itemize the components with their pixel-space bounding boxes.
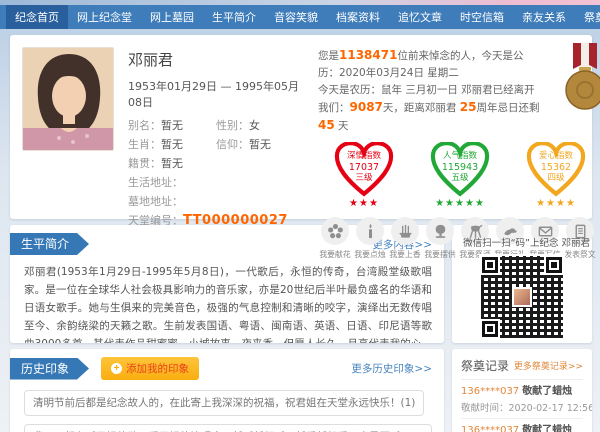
nav-item-photos[interactable]: 音容笑貌 xyxy=(265,5,327,29)
popularity-index-value: 115943 xyxy=(441,162,479,173)
days-remaining: 45 xyxy=(318,118,335,132)
life-dates: 1953年01月29日 — 1995年05月08日 xyxy=(128,80,299,109)
impression-message: 我天天都在听君姐的歌，看君姐的演唱会，越听越想听，越看越想看，真是百听不厌！百看… xyxy=(24,424,432,432)
add-impression-button[interactable]: + 添加我的印象 xyxy=(101,357,200,380)
zodiac-label: 生肖： xyxy=(128,138,161,151)
anniversary-years: 25 xyxy=(459,100,477,114)
profile-right-column: 您是1138471位前来悼念的人，今天是公历：2020年03月24日 星期二 今天… xyxy=(318,43,600,260)
portrait-photo xyxy=(22,47,114,151)
cemetery-label: 墓地地址： xyxy=(128,195,183,208)
memorial-record-row: 136****037敬献了蜡烛 敬献时间：2020-02-17 12:56 xyxy=(461,419,583,432)
love-index-heart: 爱心指数 15362 四级 ★★★★ xyxy=(512,142,600,210)
nav-item-home[interactable]: 纪念首页 xyxy=(6,5,68,29)
visitor-count: 1138471 xyxy=(339,48,398,62)
nav-item-memorial-hall[interactable]: 网上纪念堂 xyxy=(68,5,141,29)
memorial-records-title: 祭奠记录 xyxy=(461,359,510,373)
more-memorial-records-link[interactable]: 更多祭奠记录>> xyxy=(514,359,583,372)
wechat-card: 微信扫一扫“码”上纪念 邓丽君 xyxy=(452,225,592,343)
memorial-records-card: 祭奠记录 更多祭奠记录>> 136****037 敬献了蜡烛 敬献时间：2020-… xyxy=(452,349,592,432)
record-time: 2020-02-17 12:56 xyxy=(508,403,592,414)
affection-index-label: 深情指数 xyxy=(346,151,381,161)
days-gone-count: 9087 xyxy=(349,100,383,114)
memorial-record-row: 136****037敬献了蜡烛 敬献时间：2020-02-17 12:56 xyxy=(461,380,592,419)
affection-index-heart: 深情指数 17037 三级 ★★★ xyxy=(320,142,408,210)
plus-icon: + xyxy=(111,363,123,374)
popularity-index-heart: 人气指数 115943 五级 ★★★★★ xyxy=(416,142,504,210)
index-hearts: 深情指数 17037 三级 ★★★ 人气指数 115943 五级 ★★★★★ 爱… xyxy=(320,142,600,210)
nav-item-archives[interactable]: 档案资料 xyxy=(327,5,389,29)
love-stars: ★★★★ xyxy=(536,198,576,209)
biography-section-ribbon: 生平简介 xyxy=(10,233,89,255)
incense-icon xyxy=(398,224,412,238)
nav-item-mailbox[interactable]: 时空信箱 xyxy=(451,5,513,29)
address-label: 生活地址： xyxy=(128,176,183,189)
impression-message: 清明节前后都是纪念故人的，在此寄上我深深的祝福，祝君姐在天堂永远快乐！(1) xyxy=(24,390,425,416)
nav-item-biography[interactable]: 生平简介 xyxy=(203,5,265,29)
affection-stars: ★★★ xyxy=(349,198,379,209)
record-username: 136****037 xyxy=(461,386,520,397)
faith-value: 暂无 xyxy=(249,138,271,151)
flower-icon xyxy=(327,223,343,238)
record-action: 敬献了蜡烛 xyxy=(522,386,573,397)
light-candle-button[interactable]: 我要点烛 xyxy=(353,217,387,260)
affection-index-value: 17037 xyxy=(348,162,380,173)
alias-label: 别名： xyxy=(128,119,161,132)
gender-label: 性别： xyxy=(216,119,249,132)
affection-index-level: 三级 xyxy=(355,173,373,183)
love-index-level: 四级 xyxy=(547,173,565,183)
medal-icon xyxy=(564,43,600,116)
profile-info: 邓丽君 1953年01月29日 — 1995年05月08日 别名： 暂无 性别：女… xyxy=(128,47,357,245)
nav-item-articles[interactable]: 追忆文章 xyxy=(389,5,451,29)
love-index-label: 爱心指数 xyxy=(538,151,573,161)
love-index-value: 15362 xyxy=(540,162,572,173)
page-content: 邓丽君 1953年01月29日 — 1995年05月08日 别名： 暂无 性别：女… xyxy=(0,29,600,432)
gender-value: 女 xyxy=(249,119,260,132)
impressions-section-ribbon: 历史印象 xyxy=(10,358,89,380)
record-action: 敬献了蜡烛 xyxy=(522,425,573,432)
wechat-qr-code xyxy=(479,254,565,340)
visitor-stats: 您是1138471位前来悼念的人，今天是公历：2020年03月24日 星期二 今天… xyxy=(318,48,540,132)
burn-incense-label: 我要上香 xyxy=(389,250,421,260)
publish-eulogy-label: 发表祭文 xyxy=(564,250,596,260)
wechat-scan-title: 微信扫一扫“码”上纪念 邓丽君 xyxy=(463,238,590,249)
qr-finder-bottomleft xyxy=(480,319,500,339)
hometown-label: 籍贯： xyxy=(128,157,161,170)
qr-center-photo xyxy=(512,287,532,307)
record-username: 136****037 xyxy=(461,425,520,432)
zodiac-value: 暂无 xyxy=(161,138,183,151)
offer-flowers-button[interactable]: 我要献花 xyxy=(318,217,352,260)
burn-incense-button[interactable]: 我要上香 xyxy=(388,217,422,260)
impressions-card: 历史印象 + 添加我的印象 更多历史印象>> 清明节前后都是纪念故人的，在此寄上我… xyxy=(10,349,444,432)
popularity-index-label: 人气指数 xyxy=(442,151,477,161)
row-biography: 生平简介 更多内容>> 邓丽君(1953年1月29日-1995年5月8日)，一代… xyxy=(10,225,592,343)
nav-item-records[interactable]: 祭奠记录 xyxy=(575,5,600,29)
main-nav: 纪念首页 网上纪念堂 网上墓园 生平简介 音容笑貌 档案资料 追忆文章 时空信箱… xyxy=(0,5,600,29)
offer-flowers-label: 我要献花 xyxy=(319,250,351,260)
profile-card: 邓丽君 1953年01月29日 — 1995年05月08日 别名： 暂无 性别：女… xyxy=(10,35,600,260)
candle-icon xyxy=(368,223,372,238)
nav-item-cemetery[interactable]: 网上墓园 xyxy=(141,5,203,29)
deceased-name: 邓丽君 xyxy=(128,51,174,69)
make-offering-button[interactable]: 我要摆供 xyxy=(423,217,457,260)
biography-text: 邓丽君(1953年1月29日-1995年5月8日)，一代歌后，永恒的传奇，台湾殿… xyxy=(24,266,432,343)
hometown-value: 暂无 xyxy=(161,157,183,170)
light-candle-label: 我要点烛 xyxy=(354,250,386,260)
faith-label: 信仰： xyxy=(216,138,249,151)
qr-finder-topright xyxy=(544,255,564,275)
row-impressions: 历史印象 + 添加我的印象 更多历史印象>> 清明节前后都是纪念故人的，在此寄上我… xyxy=(10,349,592,432)
popularity-stars: ★★★★★ xyxy=(435,198,485,209)
nav-item-relations[interactable]: 亲友关系 xyxy=(513,5,575,29)
more-impressions-link[interactable]: 更多历史印象>> xyxy=(351,361,432,376)
alias-value: 暂无 xyxy=(161,119,183,132)
qr-finder-topleft xyxy=(480,255,500,275)
popularity-index-level: 五级 xyxy=(451,173,469,183)
offering-icon xyxy=(435,224,445,238)
make-offering-label: 我要摆供 xyxy=(424,250,456,260)
